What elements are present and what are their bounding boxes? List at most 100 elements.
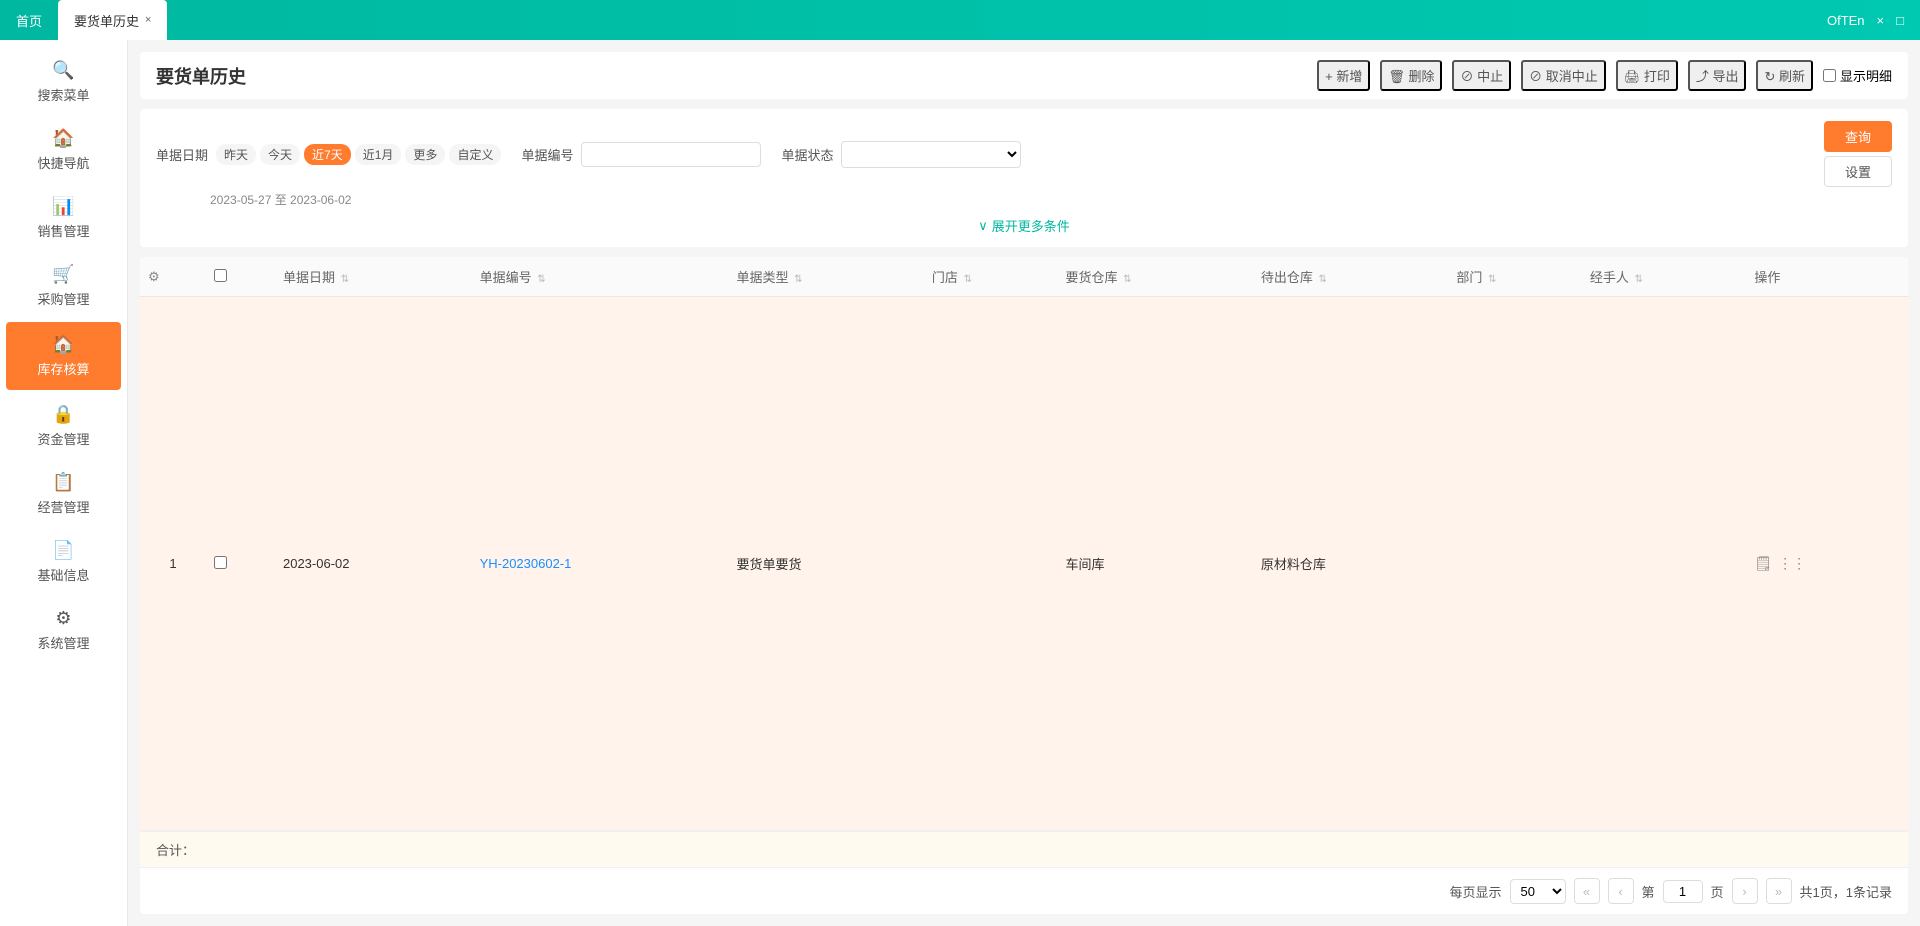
- page-input[interactable]: [1663, 880, 1703, 903]
- sidebar-item-quick-nav[interactable]: 🏠 快捷导航: [0, 116, 127, 184]
- filter-settings-button[interactable]: 设置: [1824, 156, 1892, 187]
- sidebar: 🔍 搜索菜单 🏠 快捷导航 📊 销售管理 🛒 采购管理 🏠 库存核算 🔒 资金管…: [0, 40, 128, 926]
- delete-button[interactable]: 🗑 删除: [1380, 60, 1442, 91]
- main-layout: 🔍 搜索菜单 🏠 快捷导航 📊 销售管理 🛒 采购管理 🏠 库存核算 🔒 资金管…: [0, 40, 1920, 926]
- doc-no-input[interactable]: [581, 142, 761, 167]
- sidebar-item-sales-mgmt[interactable]: 📊 销售管理: [0, 184, 127, 252]
- sort-icon-date[interactable]: ⇅: [341, 274, 349, 285]
- th-store: 门店 ⇅: [924, 257, 1058, 297]
- cancel-stop-button[interactable]: ⊘ 取消中止: [1521, 60, 1606, 91]
- quick-btn-today[interactable]: 今天: [260, 144, 300, 165]
- column-settings-icon[interactable]: ⚙: [148, 269, 160, 284]
- doc-status-select[interactable]: [841, 141, 1021, 168]
- th-doc-no: 单据编号 ⇅: [472, 257, 729, 297]
- sidebar-item-operation-mgmt[interactable]: 📋 经营管理: [0, 460, 127, 528]
- sort-icon-docno[interactable]: ⇅: [537, 274, 545, 285]
- quick-nav-icon: 🏠: [52, 128, 74, 149]
- sidebar-item-finance-mgmt-label: 资金管理: [37, 429, 89, 448]
- quick-btn-1month[interactable]: 近1月: [355, 144, 402, 165]
- filter-actions: 查询 设置: [1824, 121, 1892, 187]
- sidebar-item-finance-mgmt[interactable]: 🔒 资金管理: [0, 392, 127, 460]
- filter-group-status: 单据状态: [781, 141, 1021, 168]
- data-table: ⚙ 单据日期 ⇅ 单据编号 ⇅: [140, 257, 1908, 831]
- sidebar-item-system-mgmt[interactable]: ⚙ 系统管理: [0, 596, 127, 664]
- top-bar: 首页 要货单历史 × OfTEn × □: [0, 0, 1920, 40]
- refresh-button[interactable]: ↻ 刷新: [1756, 60, 1813, 91]
- cell-store: [924, 297, 1058, 831]
- expand-more-btn[interactable]: ∨ 展开更多条件: [156, 216, 1892, 235]
- prev-page-icon: ‹: [1618, 884, 1622, 899]
- sort-icon-doctype[interactable]: ⇅: [794, 274, 802, 285]
- doc-status-label: 单据状态: [781, 145, 833, 164]
- date-quick-btns: 昨天 今天 近7天 近1月 更多 自定义: [216, 144, 501, 165]
- filter-bar: 单据日期 昨天 今天 近7天 近1月 更多 自定义 单据编号: [140, 109, 1908, 247]
- next-page-icon: ›: [1742, 884, 1746, 899]
- sidebar-item-purchase-mgmt[interactable]: 🛒 采购管理: [0, 252, 127, 320]
- page-size-select[interactable]: 50 100 200: [1510, 879, 1566, 904]
- top-bar-right: OfTEn × □: [1827, 13, 1920, 28]
- sidebar-item-purchase-mgmt-label: 采购管理: [37, 289, 89, 308]
- tab-close-icon[interactable]: ×: [145, 14, 151, 26]
- page-jump-label: 第: [1642, 882, 1655, 901]
- basic-info-icon: 📄: [52, 540, 74, 561]
- tab-home[interactable]: 首页: [0, 0, 58, 40]
- top-bar-brand: OfTEn: [1827, 13, 1865, 28]
- show-detail-checkbox-label[interactable]: 显示明细: [1823, 66, 1892, 85]
- view-icon[interactable]: 🗒: [1754, 555, 1772, 572]
- sort-icon-req-warehouse[interactable]: ⇅: [1123, 274, 1131, 285]
- th-settings: ⚙: [140, 257, 206, 297]
- new-button[interactable]: + 新增: [1317, 60, 1370, 91]
- purchase-mgmt-icon: 🛒: [52, 264, 74, 285]
- filter-row-1: 单据日期 昨天 今天 近7天 近1月 更多 自定义 单据编号: [156, 121, 1892, 187]
- export-button[interactable]: ⤴ 导出: [1688, 60, 1747, 91]
- query-button[interactable]: 查询: [1824, 121, 1892, 152]
- cell-num: 1: [140, 297, 206, 831]
- top-bar-close[interactable]: ×: [1877, 13, 1885, 28]
- sidebar-item-inventory[interactable]: 🏠 库存核算: [6, 322, 121, 390]
- sort-icon-pending-warehouse[interactable]: ⇅: [1319, 274, 1327, 285]
- stop-button[interactable]: ⊘ 中止: [1452, 60, 1511, 91]
- summary-label: 合计：: [156, 843, 195, 858]
- doc-no-link[interactable]: YH-20230602-1: [480, 556, 572, 571]
- quick-btn-yesterday[interactable]: 昨天: [216, 144, 256, 165]
- th-dept-label: 部门: [1456, 270, 1482, 285]
- row-checkbox[interactable]: [214, 556, 227, 569]
- th-doc-date: 单据日期 ⇅: [275, 257, 472, 297]
- expand-more-label: 展开更多条件: [992, 216, 1070, 235]
- th-store-label: 门店: [932, 270, 958, 285]
- th-checkbox: [206, 257, 275, 297]
- tab-requisition-history-label: 要货单历史: [74, 11, 139, 30]
- last-page-btn[interactable]: »: [1766, 878, 1792, 904]
- sort-icon-store[interactable]: ⇅: [964, 274, 972, 285]
- first-page-icon: «: [1583, 884, 1590, 899]
- per-page-label: 每页显示: [1449, 882, 1501, 901]
- cell-date: 2023-06-02: [275, 297, 472, 831]
- prev-page-btn[interactable]: ‹: [1608, 878, 1634, 904]
- expand-more-icon: ∨: [978, 218, 988, 234]
- quick-btn-7days[interactable]: 近7天: [304, 144, 351, 165]
- next-page-btn[interactable]: ›: [1732, 878, 1758, 904]
- select-all-checkbox[interactable]: [214, 269, 227, 282]
- th-doc-no-label: 单据编号: [480, 270, 532, 285]
- table-header-row: ⚙ 单据日期 ⇅ 单据编号 ⇅: [140, 257, 1908, 297]
- sort-icon-handler[interactable]: ⇅: [1635, 274, 1643, 285]
- quick-btn-more[interactable]: 更多: [405, 144, 445, 165]
- content-area: 要货单历史 + 新增 🗑 删除 ⊘ 中止 ⊘ 取消中止 🖨 打印 ⤴ 导出 ↻ …: [128, 40, 1920, 926]
- sort-icon-dept[interactable]: ⇅: [1488, 274, 1496, 285]
- top-bar-minimize[interactable]: □: [1896, 13, 1904, 28]
- first-page-btn[interactable]: «: [1574, 878, 1600, 904]
- print-button[interactable]: 🖨 打印: [1616, 60, 1678, 91]
- last-page-icon: »: [1775, 884, 1782, 899]
- sidebar-item-search-menu[interactable]: 🔍 搜索菜单: [0, 48, 127, 116]
- show-detail-checkbox[interactable]: [1823, 69, 1836, 82]
- more-icon[interactable]: ⋮⋮: [1778, 555, 1806, 572]
- tab-requisition-history[interactable]: 要货单历史 ×: [58, 0, 167, 40]
- cell-operations: 🗒 ⋮⋮: [1746, 297, 1908, 831]
- total-info: 共1页，1条记录: [1800, 882, 1892, 901]
- header-actions: + 新增 🗑 删除 ⊘ 中止 ⊘ 取消中止 🖨 打印 ⤴ 导出 ↻ 刷新 显示明…: [1317, 60, 1892, 91]
- tab-home-label: 首页: [16, 11, 42, 30]
- th-pending-warehouse-label: 待出仓库: [1261, 270, 1313, 285]
- quick-btn-custom[interactable]: 自定义: [449, 144, 501, 165]
- date-range-hint: 2023-05-27 至 2023-06-02: [156, 191, 1892, 208]
- sidebar-item-basic-info[interactable]: 📄 基础信息: [0, 528, 127, 596]
